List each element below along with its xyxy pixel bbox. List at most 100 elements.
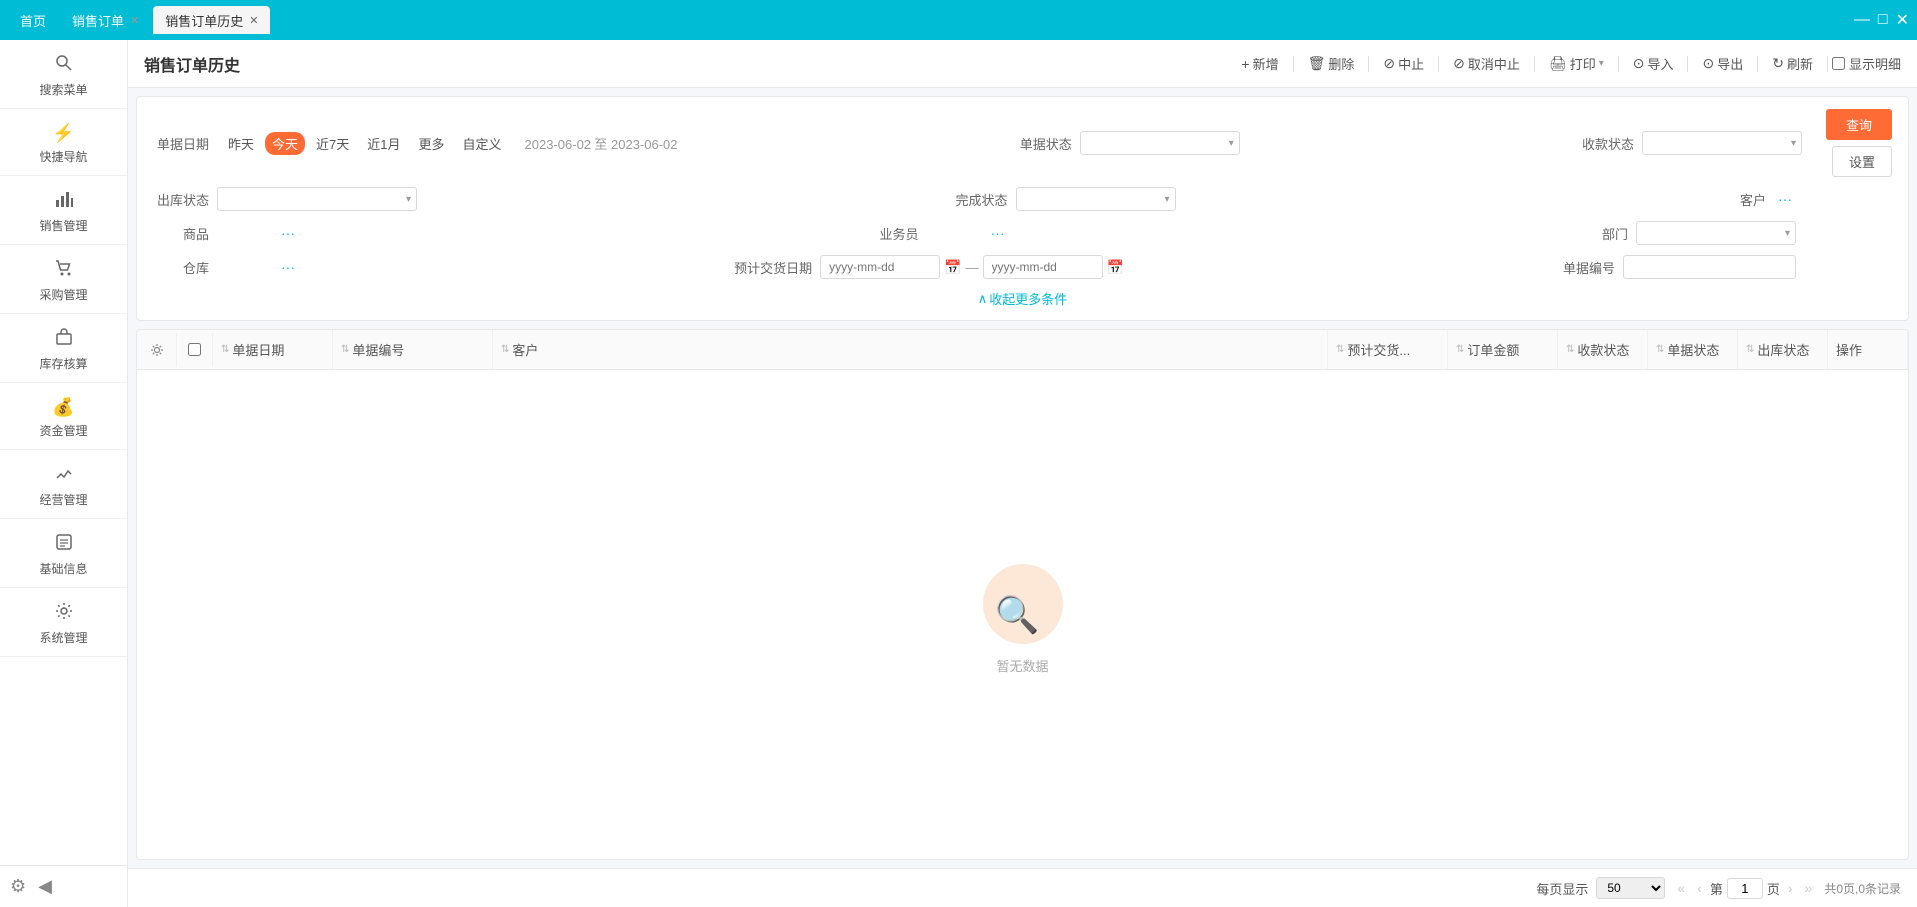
refresh-button[interactable]: ↻ 刷新 [1762,50,1823,77]
th-amount-label: 订单金额 [1467,340,1519,359]
sidebar-item-sales-mgmt[interactable]: 销售管理 [0,176,127,245]
export-button[interactable]: ⊙ 导出 [1692,50,1753,77]
minimize-btn[interactable]: — [1854,11,1870,29]
filter-customer-item: 客户 ··· [1710,190,1796,209]
filter-out-status-label: 出库状态 [153,190,209,209]
expected-date-to-cal-icon[interactable]: 📅 [1107,259,1124,276]
sidebar-item-purchase-mgmt[interactable]: 采购管理 [0,245,127,314]
table-area: ⇅ 单据日期 ⇅ 单据编号 ⇅ 客户 ⇅ 预计交货... ⇅ 订单金额 [136,329,1909,860]
customer-dots-btn[interactable]: ··· [1774,191,1796,207]
tab-sales-order-history[interactable]: 销售订单历史 ✕ [153,6,270,34]
complete-status-select[interactable] [1016,187,1176,211]
sep2 [1368,56,1369,72]
settings-button[interactable]: 设置 [1832,146,1892,177]
th-receipt-status[interactable]: ⇅ 收款状态 [1558,330,1648,369]
maximize-btn[interactable]: □ [1878,11,1888,29]
import-button[interactable]: ⊙ 导入 [1623,50,1684,77]
goods-dots-btn[interactable]: ··· [277,225,299,241]
base-info-icon [55,533,73,556]
th-status-label: 单据状态 [1667,340,1719,359]
first-page-btn[interactable]: « [1673,878,1689,898]
filter-salesperson-label: 业务员 [863,224,919,243]
date-tab-more[interactable]: 更多 [412,132,452,155]
print-button[interactable]: 🖨 打印 ▾ [1539,50,1614,77]
date-tab-today[interactable]: 今天 [265,132,305,155]
import-label: 导入 [1647,54,1673,73]
tab-sales-order-close[interactable]: ✕ [130,14,139,27]
stop-button[interactable]: ⊘ 中止 [1373,50,1434,77]
out-status-select[interactable] [217,187,417,211]
th-date[interactable]: ⇅ 单据日期 [213,330,333,369]
filter-date-item: 单据日期 昨天 今天 近7天 [153,132,678,155]
sidebar-collapse-icon[interactable]: ◀ [38,876,52,897]
filter-row-3: 商品 ··· 业务员 ··· 部门 ▾ [153,221,1892,245]
sidebar-item-base-info[interactable]: 基础信息 [0,519,127,588]
date-tab-last1m[interactable]: 近1月 [360,132,407,155]
table-header: ⇅ 单据日期 ⇅ 单据编号 ⇅ 客户 ⇅ 预计交货... ⇅ 订单金额 [137,330,1908,370]
query-button[interactable]: 查询 [1826,109,1892,140]
th-delivery[interactable]: ⇅ 预计交货... [1328,330,1448,369]
tab-sales-order[interactable]: 销售订单 ✕ [60,6,151,34]
th-docno[interactable]: ⇅ 单据编号 [333,330,493,369]
sidebar-bottom: ⚙ ◀ [0,865,127,907]
show-detail-checkbox-label[interactable]: 显示明细 [1832,54,1901,73]
th-docno-sort-icon: ⇅ [341,344,349,355]
date-range-text: 2023-06-02 至 2023-06-02 [525,134,678,153]
collapse-btn[interactable]: ∧ 收起更多条件 [978,289,1068,308]
th-checkbox[interactable] [177,333,213,366]
last-page-btn[interactable]: » [1801,878,1817,898]
next-page-btn[interactable]: › [1784,878,1797,898]
th-settings[interactable] [137,333,177,367]
page-size-select[interactable]: 50 10 20 100 [1596,877,1665,899]
inventory-icon [55,328,73,351]
warehouse-dots-btn[interactable]: ··· [277,259,299,275]
sidebar-item-base-info-label: 基础信息 [39,560,87,577]
date-dash: — [966,260,979,275]
empty-text: 暂无数据 [996,656,1048,675]
collapse-label: 收起更多条件 [989,289,1067,308]
th-out-status[interactable]: ⇅ 出库状态 [1738,330,1828,369]
sidebar-item-search-menu[interactable]: 搜索菜单 [0,40,127,109]
department-select[interactable] [1636,221,1796,245]
date-tab-last7[interactable]: 近7天 [309,132,356,155]
th-amount[interactable]: ⇅ 订单金额 [1448,330,1558,369]
cancel-stop-button[interactable]: ⊘ 取消中止 [1443,50,1530,77]
sidebar-item-system-mgmt[interactable]: 系统管理 [0,588,127,657]
sidebar: 搜索菜单 ⚡ 快捷导航 销售管理 采购管理 库存核算 💰 资金管理 [0,40,128,907]
date-tab-yesterday[interactable]: 昨天 [221,132,261,155]
show-detail-label: 显示明细 [1849,54,1901,73]
sep5 [1618,56,1619,72]
sidebar-item-inventory[interactable]: 库存核算 [0,314,127,383]
sidebar-settings-icon[interactable]: ⚙ [10,876,26,897]
filter-row-2: 出库状态 ▾ 完成状态 ▾ [153,187,1892,211]
close-btn[interactable]: ✕ [1896,10,1909,30]
sidebar-item-finance[interactable]: 💰 资金管理 [0,383,127,450]
tab-home[interactable]: 首页 [8,6,58,34]
expected-date-to-input[interactable] [983,255,1103,279]
date-tab-custom[interactable]: 自定义 [456,132,509,155]
expected-date-from-input[interactable] [820,255,940,279]
expected-date-from-cal-icon[interactable]: 📅 [944,259,961,276]
sidebar-item-operations-label: 经营管理 [39,491,87,508]
delete-label: 删除 [1328,54,1354,73]
filter-goods-item: 商品 ··· [153,224,299,243]
receipt-status-select[interactable] [1642,131,1802,155]
sidebar-item-operations[interactable]: 经营管理 [0,450,127,519]
page-size-wrapper: 50 10 20 100 [1596,877,1665,899]
empty-illustration: 🔍 [973,554,1073,644]
sidebar-item-quick-nav[interactable]: ⚡ 快捷导航 [0,109,127,176]
tab-sales-order-history-close[interactable]: ✕ [249,14,258,27]
current-page-input[interactable] [1727,878,1763,899]
th-doc-status[interactable]: ⇅ 单据状态 [1648,330,1738,369]
delete-button[interactable]: 🗑 删除 [1298,50,1365,77]
stop-label: 中止 [1398,54,1424,73]
salesperson-dots-btn[interactable]: ··· [987,225,1009,241]
show-detail-checkbox[interactable] [1832,57,1845,70]
prev-page-btn[interactable]: ‹ [1693,878,1706,898]
add-button[interactable]: + 新增 [1231,50,1288,77]
th-customer[interactable]: ⇅ 客户 [493,330,1328,369]
doc-status-select[interactable] [1080,131,1240,155]
docno-input[interactable] [1623,255,1796,279]
select-all-checkbox[interactable] [188,343,201,356]
doc-status-select-wrapper: ▾ [1080,131,1240,155]
